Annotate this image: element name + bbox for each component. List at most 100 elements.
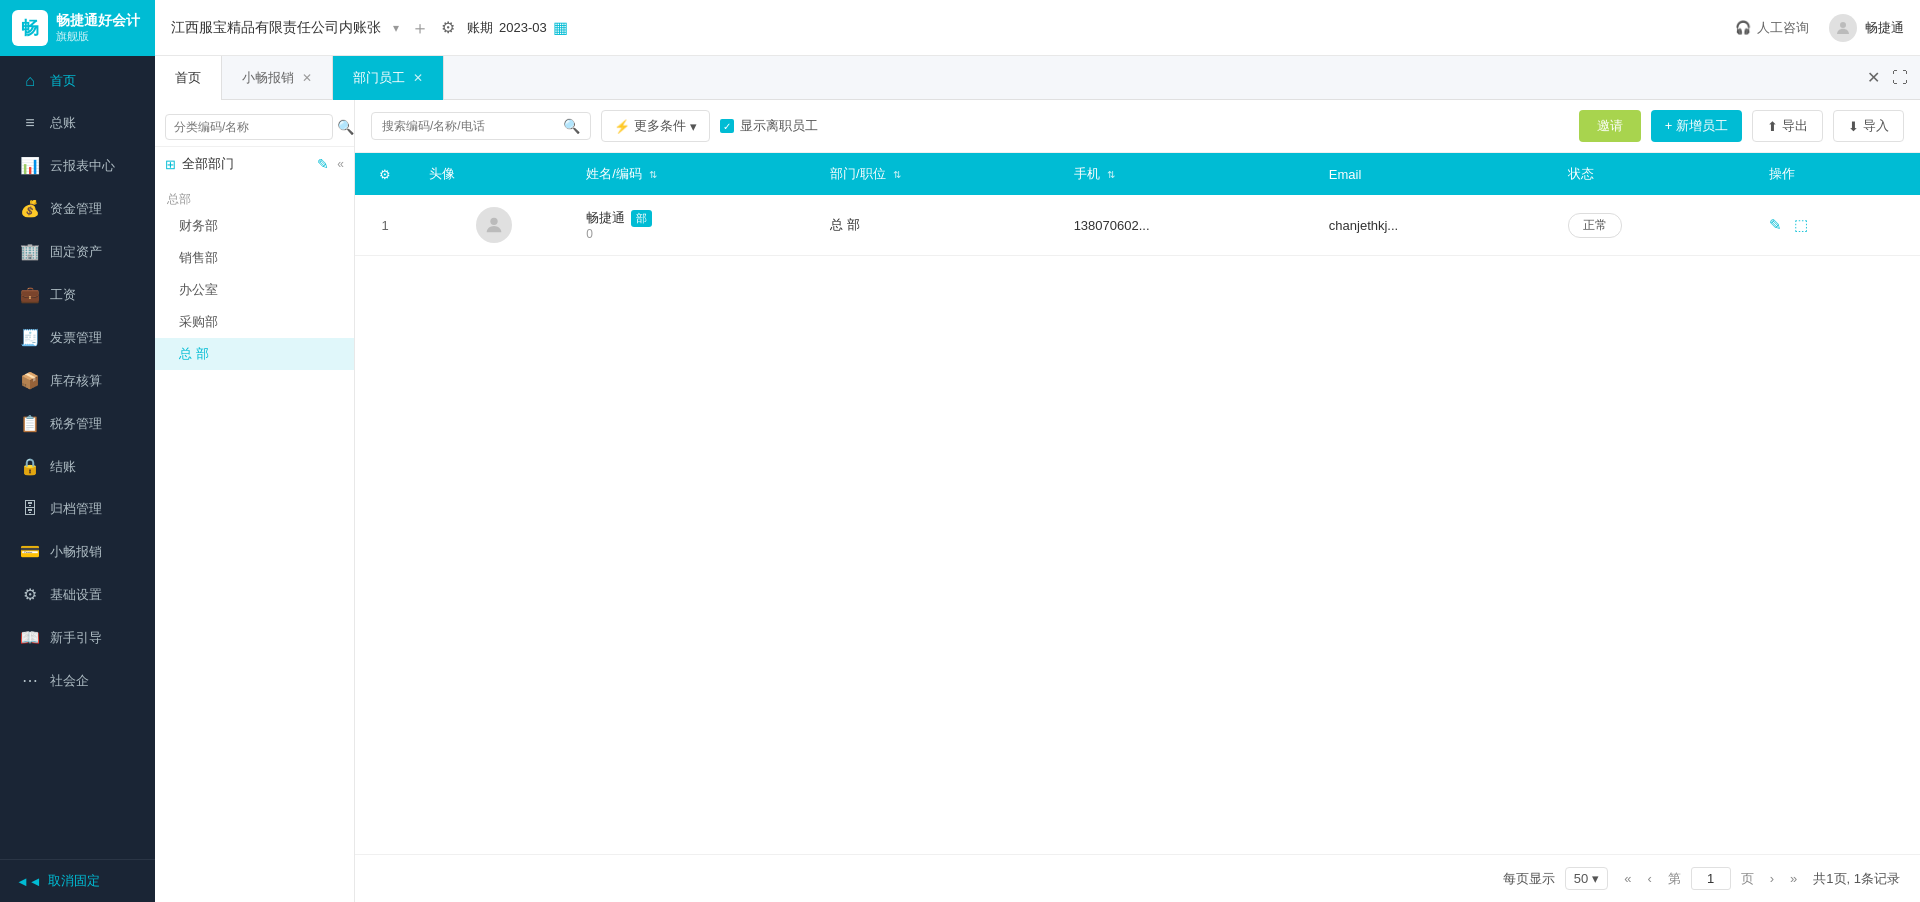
dept-search-input[interactable]	[165, 114, 333, 140]
dept-search-icon[interactable]: 🔍	[337, 119, 354, 135]
filter-dropdown-icon: ▾	[690, 119, 697, 134]
col-name[interactable]: 姓名/编码 ⇅	[572, 153, 816, 195]
export-button[interactable]: ⬆ 导出	[1752, 110, 1823, 142]
dept-item-caiwu[interactable]: 财务部	[155, 210, 354, 242]
edit-icon[interactable]: ✎	[1769, 216, 1782, 234]
table-row: 1	[355, 195, 1920, 256]
export-icon: ⬆	[1767, 119, 1778, 134]
sidebar-item-inventory[interactable]: 📦 库存核算	[0, 359, 155, 402]
sidebar-label-ledger: 总账	[50, 114, 76, 132]
tab-home[interactable]: 首页	[155, 56, 222, 100]
sidebar-item-tax[interactable]: 📋 税务管理	[0, 402, 155, 445]
inventory-icon: 📦	[20, 371, 40, 390]
per-page-select[interactable]: 50 ▾	[1565, 867, 1608, 890]
sidebar-item-salary[interactable]: 💼 工资	[0, 273, 155, 316]
sidebar-item-assets[interactable]: 🏢 固定资产	[0, 230, 155, 273]
logout-icon[interactable]: ⬚	[1794, 216, 1808, 234]
avatar-cell	[429, 207, 558, 243]
logo-sub: 旗舰版	[56, 29, 140, 44]
sidebar-item-archive[interactable]: 🗄 归档管理	[0, 488, 155, 530]
tab-bar: 首页 小畅报销 ✕ 部门员工 ✕ ✕ ⛶	[155, 56, 1920, 100]
sidebar-item-closing[interactable]: 🔒 结账	[0, 445, 155, 488]
col-settings[interactable]: ⚙	[355, 153, 415, 195]
dept-item-zongbu[interactable]: 总 部	[155, 338, 354, 370]
dept-search-row: 🔍	[155, 108, 354, 147]
col-action: 操作	[1755, 153, 1920, 195]
dept-item-xiaoshou[interactable]: 销售部	[155, 242, 354, 274]
topbar-settings-icon[interactable]: ⚙	[441, 18, 455, 37]
import-button[interactable]: ⬇ 导入	[1833, 110, 1904, 142]
dept-grid-icon: ⊞	[165, 157, 176, 172]
employee-search-input[interactable]	[382, 119, 557, 133]
company-name: 江西服宝精品有限责任公司内账张	[171, 19, 381, 37]
dept-collapse-icon[interactable]: «	[337, 157, 344, 171]
sidebar-label-guide: 新手引导	[50, 629, 102, 647]
logo-title: 畅捷通好会计	[56, 12, 140, 29]
filter-button[interactable]: ⚡ 更多条件 ▾	[601, 110, 710, 142]
main-area: 江西服宝精品有限责任公司内账张 ▾ ＋ ⚙ 账期 2023-03 ▦ 🎧 人工咨…	[155, 0, 1920, 902]
page-first-btn[interactable]: «	[1618, 869, 1637, 888]
page-prev-btn[interactable]: ‹	[1641, 869, 1657, 888]
close-window-icon[interactable]: ✕	[1867, 68, 1880, 87]
dept-item-caigou[interactable]: 采购部	[155, 306, 354, 338]
add-employee-button[interactable]: + 新增员工	[1651, 110, 1742, 142]
col-phone[interactable]: 手机 ⇅	[1060, 153, 1315, 195]
sidebar-item-ledger[interactable]: ≡ 总账	[0, 102, 155, 144]
add-company-icon[interactable]: ＋	[411, 16, 429, 40]
all-dept-text: 全部部门	[182, 155, 234, 173]
page-next-btn[interactable]: ›	[1764, 869, 1780, 888]
sidebar-item-guide[interactable]: 📖 新手引导	[0, 616, 155, 659]
sidebar-label-invoice: 发票管理	[50, 329, 102, 347]
cancel-fixed-label: 取消固定	[48, 872, 100, 890]
user-menu[interactable]: 畅捷通	[1829, 14, 1904, 42]
sidebar: 畅 畅捷通好会计 旗舰版 ⌂ 首页 ≡ 总账 📊 云报表中心 💰 资金管理 🏢 …	[0, 0, 155, 902]
cell-name: 畅捷通 部 0	[572, 195, 816, 256]
page-input[interactable]	[1691, 867, 1731, 890]
sidebar-item-more[interactable]: ⋯ 社会企	[0, 659, 155, 702]
tab-dept-close-icon[interactable]: ✕	[413, 71, 423, 85]
dept-edit-icon[interactable]: ✎	[317, 156, 329, 172]
company-dropdown-icon[interactable]: ▾	[393, 21, 399, 35]
invite-button[interactable]: 邀请	[1579, 110, 1641, 142]
sidebar-item-report[interactable]: 📊 云报表中心	[0, 144, 155, 187]
guide-icon: 📖	[20, 628, 40, 647]
tab-expense-close-icon[interactable]: ✕	[302, 71, 312, 85]
tab-expense[interactable]: 小畅报销 ✕	[222, 56, 333, 100]
sidebar-item-settings[interactable]: ⚙ 基础设置	[0, 573, 155, 616]
per-page-value: 50	[1574, 871, 1588, 886]
sidebar-label-tax: 税务管理	[50, 415, 102, 433]
expand-window-icon[interactable]: ⛶	[1892, 69, 1908, 87]
export-label: 导出	[1782, 117, 1808, 135]
employee-panel: 🔍 ⚡ 更多条件 ▾ ✓ 显示离职员工 邀请 + 新增员工 ⬆ 导出	[355, 100, 1920, 902]
sidebar-item-funds[interactable]: 💰 资金管理	[0, 187, 155, 230]
page-unit: 页	[1735, 868, 1760, 890]
filter-icon: ⚡	[614, 119, 630, 134]
sidebar-label-funds: 资金管理	[50, 200, 102, 218]
calendar-icon[interactable]: ▦	[553, 18, 568, 37]
cell-avatar	[415, 195, 572, 256]
sidebar-label-inventory: 库存核算	[50, 372, 102, 390]
employee-badge: 部	[631, 210, 652, 227]
cancel-fixed-button[interactable]: ◄◄ 取消固定	[0, 859, 155, 902]
funds-icon: 💰	[20, 199, 40, 218]
table-footer: 每页显示 50 ▾ « ‹ 第 页 › » 共1页, 1条记录	[355, 854, 1920, 902]
tab-dept-employee[interactable]: 部门员工 ✕	[333, 56, 444, 100]
employee-search-icon[interactable]: 🔍	[563, 118, 580, 134]
col-dept[interactable]: 部门/职位 ⇅	[816, 153, 1060, 195]
sidebar-item-expense[interactable]: 💳 小畅报销	[0, 530, 155, 573]
import-icon: ⬇	[1848, 119, 1859, 134]
sidebar-label-settings: 基础设置	[50, 586, 102, 604]
tabs-window-controls: ✕ ⛶	[1867, 68, 1920, 87]
cell-action: ✎ ⬚	[1755, 195, 1920, 256]
expense-icon: 💳	[20, 542, 40, 561]
show-resigned-toggle[interactable]: ✓ 显示离职员工	[720, 117, 818, 135]
cell-phone: 138070602...	[1060, 195, 1315, 256]
sidebar-item-invoice[interactable]: 🧾 发票管理	[0, 316, 155, 359]
cell-status: 正常	[1554, 195, 1755, 256]
cell-dept: 总 部	[816, 195, 1060, 256]
dept-item-bangong[interactable]: 办公室	[155, 274, 354, 306]
sidebar-item-home[interactable]: ⌂ 首页	[0, 60, 155, 102]
page-last-btn[interactable]: »	[1784, 869, 1803, 888]
service-button[interactable]: 🎧 人工咨询	[1735, 19, 1809, 37]
filter-label: 更多条件	[634, 117, 686, 135]
